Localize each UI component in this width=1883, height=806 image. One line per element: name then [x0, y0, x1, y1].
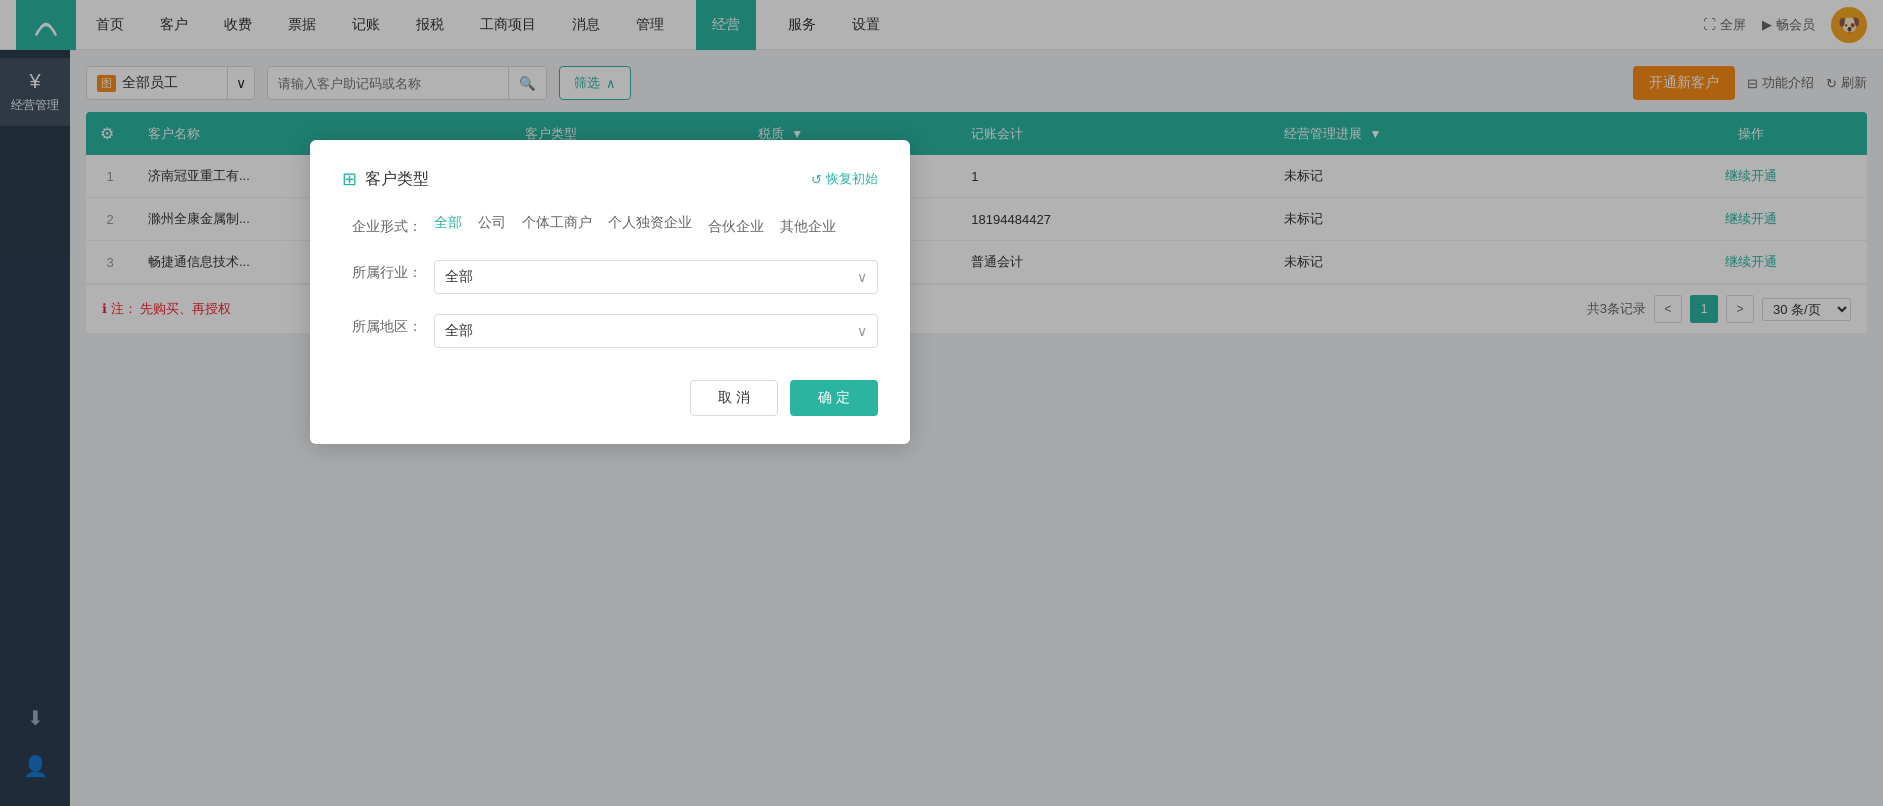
enterprise-option[interactable]: 公司: [478, 214, 506, 232]
enterprise-option[interactable]: 合伙企业: [708, 218, 764, 236]
industry-chevron-icon: ∨: [857, 269, 867, 285]
enterprise-form-row: 企业形式： 全部公司个体工商户个人独资企业合伙企业其他企业: [342, 214, 878, 240]
enterprise-options: 全部公司个体工商户个人独资企业合伙企业其他企业: [434, 214, 878, 240]
modal-title: ⊞ 客户类型: [342, 168, 429, 190]
enterprise-option[interactable]: 个体工商户: [522, 214, 592, 232]
region-select-wrap: 全部 ∨: [434, 314, 878, 348]
modal-footer: 取 消 确 定: [342, 380, 878, 416]
enterprise-option[interactable]: 全部: [434, 214, 462, 232]
industry-form-label: 所属行业：: [342, 260, 422, 282]
modal-reset-button[interactable]: ↺ 恢复初始: [811, 170, 878, 188]
modal-title-text: 客户类型: [365, 169, 429, 190]
reset-icon: ↺: [811, 172, 822, 187]
cancel-button[interactable]: 取 消: [690, 380, 778, 416]
confirm-button[interactable]: 确 定: [790, 380, 878, 416]
type-options: 全部公司个体工商户个人独资企业合伙企业其他企业: [434, 214, 878, 240]
region-form-label: 所属地区：: [342, 314, 422, 336]
enterprise-form-label: 企业形式：: [342, 214, 422, 236]
industry-select-wrap: 全部 ∨: [434, 260, 878, 294]
region-form-row: 所属地区： 全部 ∨: [342, 314, 878, 348]
industry-form-row: 所属行业： 全部 ∨: [342, 260, 878, 294]
modal-customer-type: ⊞ 客户类型 ↺ 恢复初始 企业形式： 全部公司个体工商户个人独资企业合伙企业其…: [310, 140, 910, 444]
reset-label: 恢复初始: [826, 170, 878, 188]
modal-header: ⊞ 客户类型 ↺ 恢复初始: [342, 168, 878, 190]
enterprise-option[interactable]: 其他企业: [780, 218, 836, 236]
industry-select[interactable]: 全部 ∨: [434, 260, 878, 294]
region-chevron-icon: ∨: [857, 323, 867, 339]
region-select[interactable]: 全部 ∨: [434, 314, 878, 348]
enterprise-option[interactable]: 个人独资企业: [608, 214, 692, 232]
modal-title-icon: ⊞: [342, 168, 357, 190]
modal-overlay: ⊞ 客户类型 ↺ 恢复初始 企业形式： 全部公司个体工商户个人独资企业合伙企业其…: [0, 0, 1883, 806]
